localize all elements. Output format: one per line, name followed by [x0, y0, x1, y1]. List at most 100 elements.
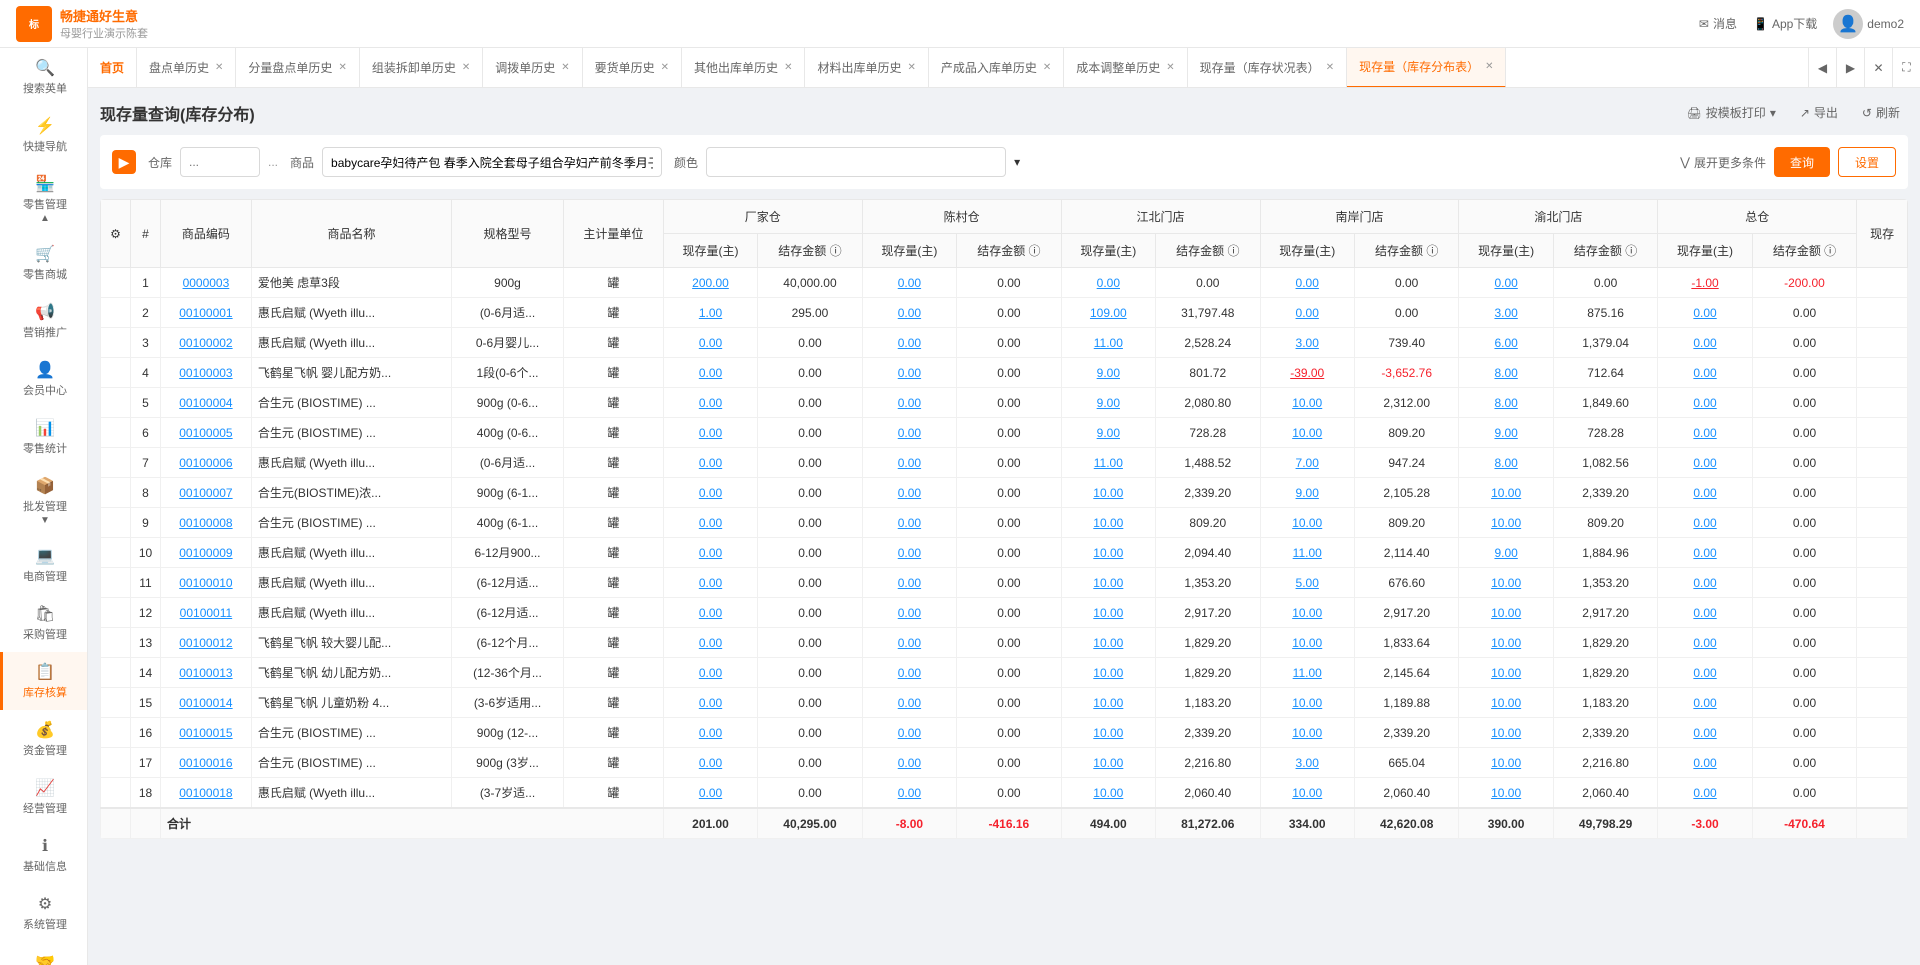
cell-total-qty[interactable]: 0.00	[1658, 298, 1752, 328]
export-btn[interactable]: ↗ 导出	[1792, 100, 1846, 125]
cell-total-qty[interactable]: 0.00	[1658, 598, 1752, 628]
cell-nanan-qty[interactable]: 5.00	[1260, 568, 1354, 598]
cell-nanan-qty[interactable]: 0.00	[1260, 298, 1354, 328]
cell-jiangbei-qty[interactable]: 9.00	[1061, 418, 1155, 448]
sidebar-item-search[interactable]: 🔍 搜索英单	[0, 48, 87, 106]
tab-close-9[interactable]: ✕	[1166, 62, 1174, 73]
cell-factory-qty[interactable]: 200.00	[663, 268, 757, 298]
cell-yuanbei-qty[interactable]: 10.00	[1459, 478, 1553, 508]
cell-code[interactable]: 00100001	[161, 298, 252, 328]
tab-close-3[interactable]: ✕	[462, 62, 470, 73]
refresh-btn[interactable]: ↺ 刷新	[1854, 100, 1908, 125]
cell-jiangbei-qty[interactable]: 11.00	[1061, 328, 1155, 358]
cell-yuanbei-qty[interactable]: 10.00	[1459, 658, 1553, 688]
tab-product-in[interactable]: 产成品入库单历史 ✕	[929, 48, 1064, 88]
cell-nanan-qty[interactable]: 10.00	[1260, 778, 1354, 809]
tab-close-4[interactable]: ✕	[561, 62, 569, 73]
cell-code[interactable]: 00100004	[161, 388, 252, 418]
cell-factory-qty[interactable]: 0.00	[663, 688, 757, 718]
sidebar-item-system[interactable]: ⚙ 系统管理	[0, 884, 87, 942]
warehouse-input[interactable]	[180, 147, 260, 177]
cell-factory-qty[interactable]: 0.00	[663, 418, 757, 448]
tab-fullscreen-btn[interactable]: ⛶	[1892, 48, 1920, 88]
sidebar-item-retail-stats[interactable]: 📊 零售统计	[0, 408, 87, 466]
cell-total-qty[interactable]: 0.00	[1658, 718, 1752, 748]
cell-yuanbei-qty[interactable]: 3.00	[1459, 298, 1553, 328]
cell-code[interactable]: 00100013	[161, 658, 252, 688]
tab-requisition[interactable]: 要货单历史 ✕	[583, 48, 682, 88]
sidebar-item-finance[interactable]: 💰 资金管理	[0, 710, 87, 768]
cell-nanan-qty[interactable]: -39.00	[1260, 358, 1354, 388]
cell-yuanbei-qty[interactable]: 10.00	[1459, 778, 1553, 809]
cell-jiangbei-qty[interactable]: 10.00	[1061, 688, 1155, 718]
cell-jiangbei-qty[interactable]: 10.00	[1061, 748, 1155, 778]
cell-total-qty[interactable]: 0.00	[1658, 538, 1752, 568]
tab-close-5[interactable]: ✕	[661, 62, 669, 73]
settings-btn[interactable]: 设置	[1838, 147, 1896, 177]
cell-code[interactable]: 00100018	[161, 778, 252, 809]
cell-total-qty[interactable]: 0.00	[1658, 688, 1752, 718]
cell-jiangbei-qty[interactable]: 0.00	[1061, 268, 1155, 298]
tab-next-btn[interactable]: ▶	[1836, 48, 1864, 88]
cell-nanan-qty[interactable]: 10.00	[1260, 628, 1354, 658]
cell-factory-qty[interactable]: 0.00	[663, 718, 757, 748]
cell-yuanbei-qty[interactable]: 10.00	[1459, 688, 1553, 718]
cell-code[interactable]: 00100002	[161, 328, 252, 358]
cell-jiangbei-qty[interactable]: 10.00	[1061, 508, 1155, 538]
cell-chenlu-qty[interactable]: 0.00	[862, 748, 956, 778]
cell-jiangbei-qty[interactable]: 109.00	[1061, 298, 1155, 328]
cell-nanan-qty[interactable]: 3.00	[1260, 748, 1354, 778]
gear-icon[interactable]: ⚙	[110, 227, 121, 241]
cell-chenlu-qty[interactable]: 0.00	[862, 568, 956, 598]
cell-nanan-qty[interactable]: 10.00	[1260, 508, 1354, 538]
cell-chenlu-qty[interactable]: 0.00	[862, 328, 956, 358]
cell-nanan-qty[interactable]: 7.00	[1260, 448, 1354, 478]
sidebar-item-retail-manage[interactable]: 🏪 零售管理 ▲	[0, 164, 87, 234]
cell-jiangbei-qty[interactable]: 10.00	[1061, 658, 1155, 688]
cell-code[interactable]: 00100010	[161, 568, 252, 598]
tab-transfer[interactable]: 调拨单历史 ✕	[483, 48, 582, 88]
cell-factory-qty[interactable]: 0.00	[663, 658, 757, 688]
sidebar-item-ecommerce[interactable]: 💻 电商管理	[0, 536, 87, 594]
cell-chenlu-qty[interactable]: 0.00	[862, 298, 956, 328]
cell-chenlu-qty[interactable]: 0.00	[862, 628, 956, 658]
sidebar-item-wholesale[interactable]: 📦 批发管理 ▼	[0, 466, 87, 536]
cell-yuanbei-qty[interactable]: 10.00	[1459, 628, 1553, 658]
cell-nanan-qty[interactable]: 10.00	[1260, 718, 1354, 748]
user-area[interactable]: 👤 demo2	[1833, 9, 1904, 39]
tab-stock-status[interactable]: 现存量（库存状况表） ✕	[1188, 48, 1347, 88]
app-download-btn[interactable]: 📱 App下载	[1753, 15, 1817, 32]
cell-chenlu-qty[interactable]: 0.00	[862, 268, 956, 298]
cell-jiangbei-qty[interactable]: 9.00	[1061, 388, 1155, 418]
cell-code[interactable]: 0000003	[161, 268, 252, 298]
cell-yuanbei-qty[interactable]: 9.00	[1459, 418, 1553, 448]
sidebar-item-mall[interactable]: 🛒 零售商城	[0, 234, 87, 292]
cell-chenlu-qty[interactable]: 0.00	[862, 418, 956, 448]
tab-close-2[interactable]: ✕	[338, 62, 346, 73]
cell-nanan-qty[interactable]: 3.00	[1260, 328, 1354, 358]
cell-code[interactable]: 00100007	[161, 478, 252, 508]
cell-code[interactable]: 00100014	[161, 688, 252, 718]
cell-total-qty[interactable]: 0.00	[1658, 778, 1752, 809]
cell-yuanbei-qty[interactable]: 8.00	[1459, 388, 1553, 418]
cell-chenlu-qty[interactable]: 0.00	[862, 658, 956, 688]
cell-code[interactable]: 00100011	[161, 598, 252, 628]
cell-total-qty[interactable]: 0.00	[1658, 448, 1752, 478]
cell-jiangbei-qty[interactable]: 10.00	[1061, 598, 1155, 628]
cell-factory-qty[interactable]: 0.00	[663, 448, 757, 478]
cell-code[interactable]: 00100016	[161, 748, 252, 778]
sidebar-item-purchase[interactable]: 🛍 采购管理	[0, 594, 87, 652]
cell-yuanbei-qty[interactable]: 10.00	[1459, 508, 1553, 538]
tab-sub-inventory[interactable]: 分量盘点单历史 ✕	[236, 48, 359, 88]
color-input[interactable]	[706, 147, 1006, 177]
cell-chenlu-qty[interactable]: 0.00	[862, 388, 956, 418]
cell-nanan-qty[interactable]: 10.00	[1260, 418, 1354, 448]
cell-total-qty[interactable]: 0.00	[1658, 508, 1752, 538]
cell-jiangbei-qty[interactable]: 10.00	[1061, 568, 1155, 598]
tab-close-6[interactable]: ✕	[784, 62, 792, 73]
cell-chenlu-qty[interactable]: 0.00	[862, 688, 956, 718]
cell-yuanbei-qty[interactable]: 9.00	[1459, 538, 1553, 568]
cell-factory-qty[interactable]: 0.00	[663, 388, 757, 418]
tab-close-11[interactable]: ✕	[1485, 61, 1493, 72]
cell-code[interactable]: 00100012	[161, 628, 252, 658]
